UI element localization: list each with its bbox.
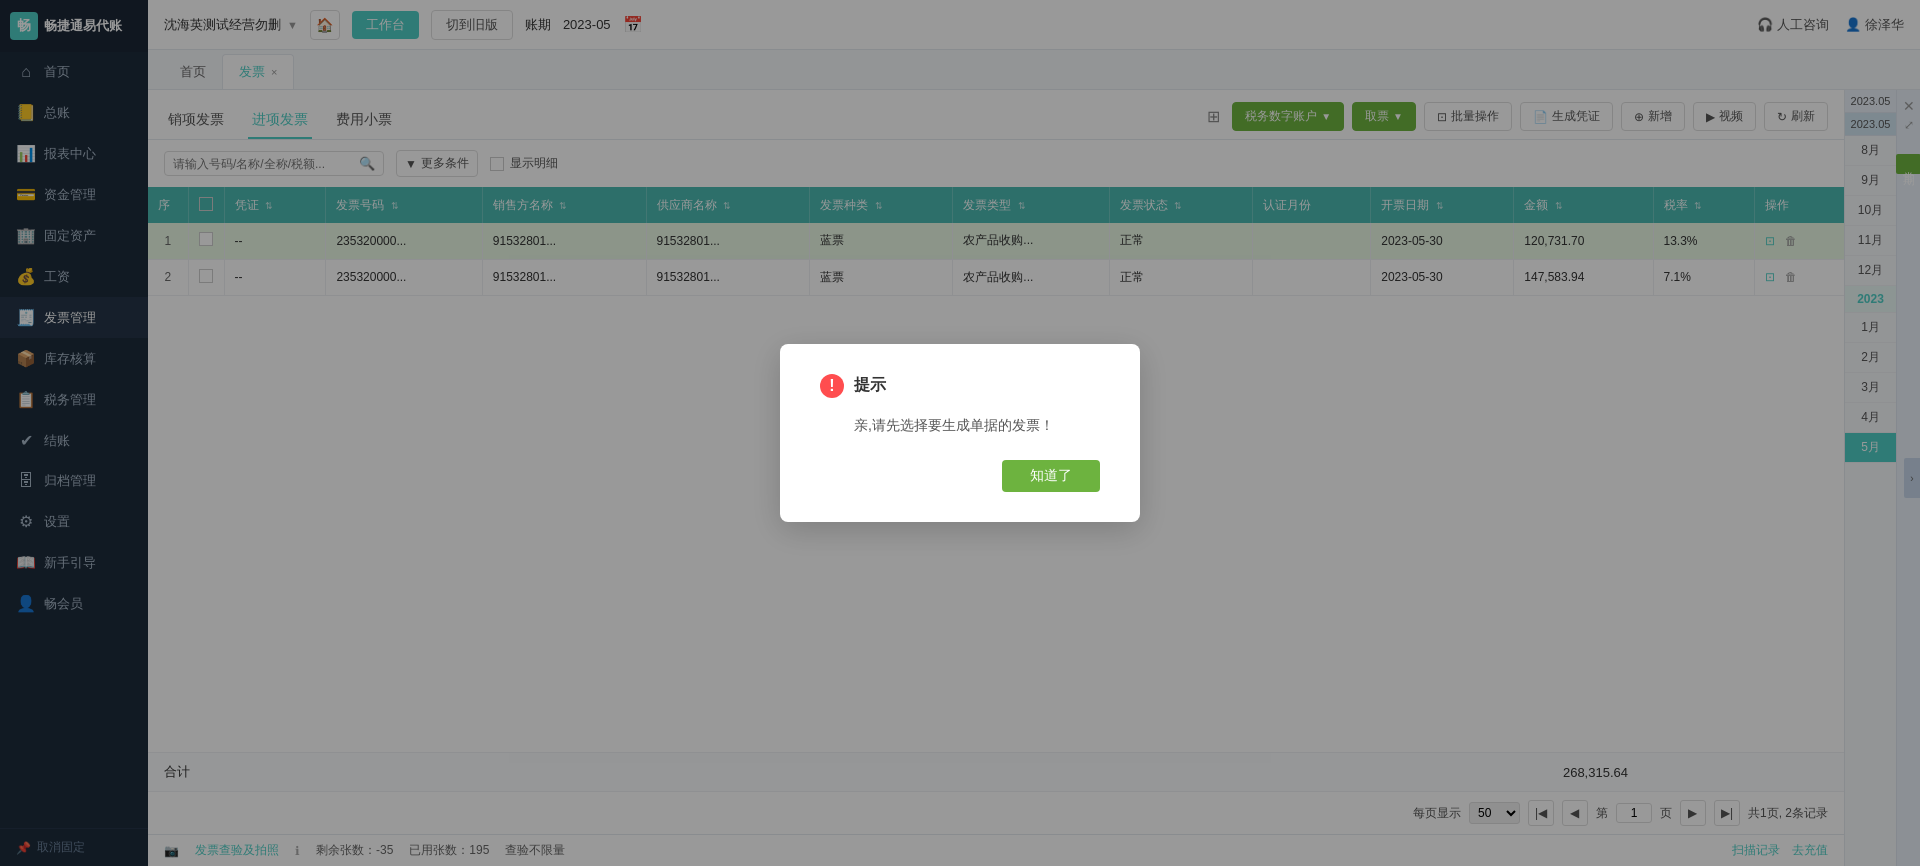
dialog-title: 提示 (854, 375, 886, 396)
dialog-message: 亲,请先选择要生成单据的发票！ (820, 414, 1054, 436)
dialog-footer: 知道了 (820, 452, 1100, 492)
dialog-title-row: ! 提示 (820, 374, 886, 398)
alert-dialog: ! 提示 亲,请先选择要生成单据的发票！ 知道了 (780, 344, 1140, 522)
dialog-ok-btn[interactable]: 知道了 (1002, 460, 1100, 492)
warning-icon: ! (820, 374, 844, 398)
dialog-overlay: ! 提示 亲,请先选择要生成单据的发票！ 知道了 (0, 0, 1920, 866)
